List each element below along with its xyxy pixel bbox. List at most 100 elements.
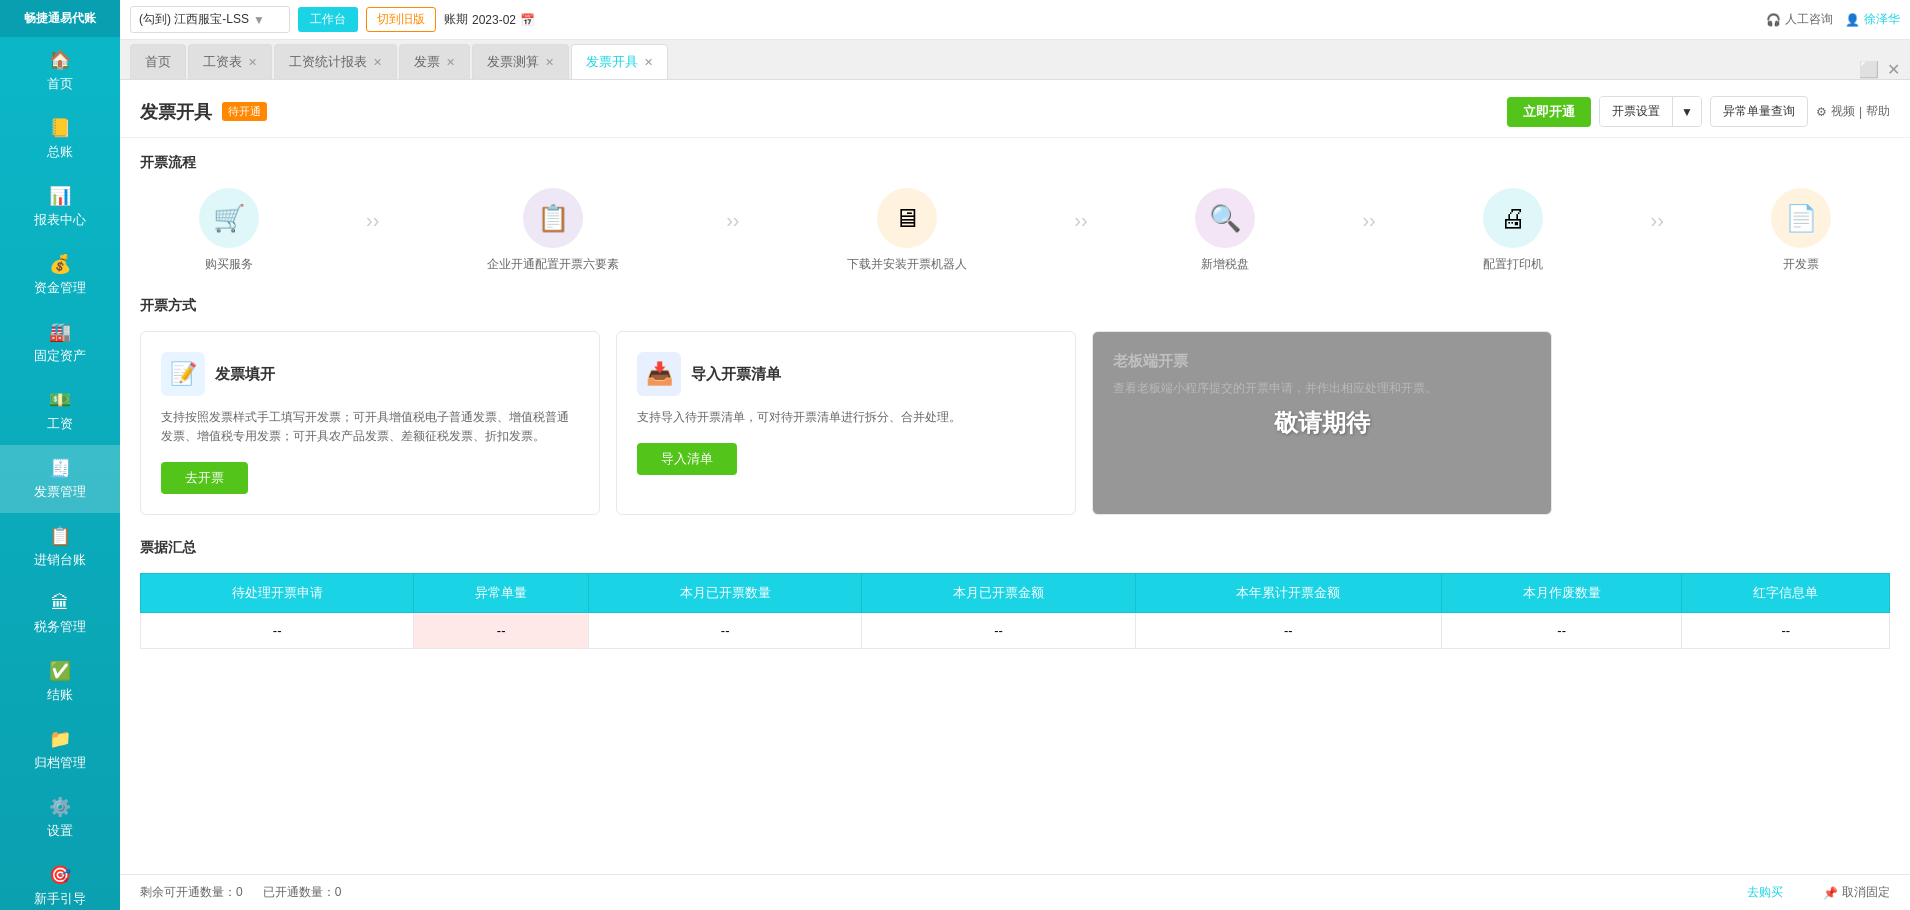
tab-salary[interactable]: 工资表 ✕ [188,44,272,79]
add-taxbox-icon: 🔍 [1209,203,1241,234]
manual-go-button[interactable]: 去开票 [161,462,248,494]
tab-home[interactable]: 首页 [130,44,186,79]
sidebar-item-funds[interactable]: 💰 资金管理 [0,241,120,309]
headset-icon: 🎧 [1766,13,1781,27]
sidebar-item-settings[interactable]: ⚙️ 设置 [0,784,120,852]
sidebar-item-invoice-mgmt[interactable]: 🧾 发票管理 [0,445,120,513]
col-pending: 待处理开票申请 [141,574,414,613]
config-enterprise-label: 企业开通配置开票六要素 [487,256,619,273]
process-step-config-enterprise[interactable]: 📋 企业开通配置开票六要素 [487,188,619,273]
process-step-config-printer[interactable]: 🖨 配置打印机 [1483,188,1543,273]
tab-invoice-calc[interactable]: 发票测算 ✕ [472,44,569,79]
sidebar-item-purchase-sales-label: 进销台账 [34,551,86,569]
arrow-4: ›› [1362,209,1375,252]
summary-section: 票据汇总 待处理开票申请 异常单量 本月已开票数量 本月已开票金额 本年累计开票… [140,539,1890,649]
help-label[interactable]: 帮助 [1866,103,1890,120]
sidebar-item-assets[interactable]: 🏭 固定资产 [0,309,120,377]
process-step-buy-service[interactable]: 🛒 购买服务 [199,188,259,273]
import-title: 导入开票清单 [691,365,781,384]
sidebar-item-salary[interactable]: 💵 工资 [0,377,120,445]
cell-abnormal: -- [414,613,589,649]
period-edit-icon[interactable]: 📅 [520,13,535,27]
tab-salary-report[interactable]: 工资统计报表 ✕ [274,44,397,79]
company-selector[interactable]: (勾到) 江西服宝-LSS ▼ [130,6,290,33]
tab-salary-close[interactable]: ✕ [248,56,257,69]
tab-salary-report-close[interactable]: ✕ [373,56,382,69]
cell-monthly-amount: -- [862,613,1135,649]
sidebar-item-reports[interactable]: 📊 报表中心 [0,173,120,241]
tabbar: 首页 工资表 ✕ 工资统计报表 ✕ 发票 ✕ 发票测算 ✕ 发票开具 ✕ ⬜ ✕ [120,40,1910,80]
coming-soon-overlay: 敬请期待 [1093,332,1551,514]
process-step-open-invoice[interactable]: 📄 开发票 [1771,188,1831,273]
home-icon: 🏠 [49,49,71,71]
open-settings-button[interactable]: 开票设置 [1600,97,1673,126]
sidebar-item-ledger[interactable]: 📒 总账 [0,105,120,173]
buy-service-icon: 🛒 [213,203,245,234]
sidebar-item-archive-label: 归档管理 [34,754,86,772]
purchase-sales-icon: 📋 [49,525,71,547]
sidebar-item-purchase-sales[interactable]: 📋 进销台账 [0,513,120,581]
salary-icon: 💵 [49,389,71,411]
config-enterprise-icon: 📋 [537,203,569,234]
period-label: 账期 [444,11,468,28]
old-version-button[interactable]: 切到旧版 [366,7,436,32]
sidebar-item-settlement[interactable]: ✅ 结账 [0,648,120,716]
page-body: 开票流程 🛒 购买服务 ›› 📋 企业开通配置开票六要素 ›› [120,138,1910,685]
period-info: 账期 2023-02 📅 [444,11,535,28]
user-service[interactable]: 🎧 人工咨询 [1766,11,1833,28]
footer: 剩余可开通数量：0 已开通数量：0 去购买 📌 取消固定 [120,874,1910,910]
topbar-right: 🎧 人工咨询 👤 徐泽华 [1766,11,1900,28]
sidebar-item-home[interactable]: 🏠 首页 [0,37,120,105]
app-logo[interactable]: 畅捷通易代账 [0,0,120,37]
tab-invoice-close[interactable]: ✕ [446,56,455,69]
col-abnormal: 异常单量 [414,574,589,613]
open-invoice-icon-circle: 📄 [1771,188,1831,248]
col-void-count: 本月作废数量 [1441,574,1681,613]
page-header: 发票开具 待开通 立即开通 开票设置 ▼ 异常单量查询 ⚙ 视频 | 帮助 [120,80,1910,138]
sidebar-item-archive[interactable]: 📁 归档管理 [0,716,120,784]
user-avatar-area[interactable]: 👤 徐泽华 [1845,11,1900,28]
tab-invoice-tool[interactable]: 发票开具 ✕ [571,44,668,79]
summary-table-header-row: 待处理开票申请 异常单量 本月已开票数量 本月已开票金额 本年累计开票金额 本月… [141,574,1890,613]
workspace-button[interactable]: 工作台 [298,7,358,32]
sidebar-item-tax-mgmt[interactable]: 🏛 税务管理 [0,581,120,648]
abnormal-query-button[interactable]: 异常单量查询 [1710,96,1808,127]
arrow-2: ›› [726,209,739,252]
sidebar-item-salary-label: 工资 [47,415,73,433]
funds-icon: 💰 [49,253,71,275]
buy-service-icon-circle: 🛒 [199,188,259,248]
page-title: 发票开具 [140,100,212,124]
summary-title: 票据汇总 [140,539,1890,557]
import-go-button[interactable]: 导入清单 [637,443,737,475]
tab-invoice-calc-label: 发票测算 [487,53,539,71]
tab-invoice[interactable]: 发票 ✕ [399,44,470,79]
service-label: 人工咨询 [1785,11,1833,28]
sidebar-item-settlement-label: 结账 [47,686,73,704]
help-icon: ⚙ [1816,105,1827,119]
pin-icon: 📌 [1823,886,1838,900]
company-name: (勾到) 江西服宝-LSS [139,11,249,28]
tab-close-all-icon[interactable]: ✕ [1887,60,1900,79]
help-video-label[interactable]: 视频 [1831,103,1855,120]
help-divider: | [1859,105,1862,119]
coming-soon-text: 敬请期待 [1274,407,1370,439]
process-step-download-robot[interactable]: 🖥 下载并安装开票机器人 [847,188,967,273]
tab-invoice-calc-close[interactable]: ✕ [545,56,554,69]
tab-invoice-tool-close[interactable]: ✕ [644,56,653,69]
footer-buy-link[interactable]: 去购买 [1747,884,1783,901]
process-step-add-taxbox[interactable]: 🔍 新增税盘 [1195,188,1255,273]
content-area: 发票开具 待开通 立即开通 开票设置 ▼ 异常单量查询 ⚙ 视频 | 帮助 [120,80,1910,874]
config-enterprise-icon-circle: 📋 [523,188,583,248]
cell-pending: -- [141,613,414,649]
process-flow-title: 开票流程 [140,154,1890,172]
cancel-fixed-button[interactable]: 📌 取消固定 [1823,884,1890,901]
cell-yearly-amount: -- [1135,613,1441,649]
arrow-3: ›› [1074,209,1087,252]
tab-restore-icon[interactable]: ⬜ [1859,60,1879,79]
open-now-button[interactable]: 立即开通 [1507,97,1591,127]
sidebar-item-newcomer[interactable]: 🎯 新手引导 [0,852,120,910]
assets-icon: 🏭 [49,321,71,343]
header-actions: 立即开通 开票设置 ▼ 异常单量查询 ⚙ 视频 | 帮助 [1507,96,1890,127]
tab-salary-report-label: 工资统计报表 [289,53,367,71]
open-settings-dropdown[interactable]: ▼ [1673,97,1701,126]
